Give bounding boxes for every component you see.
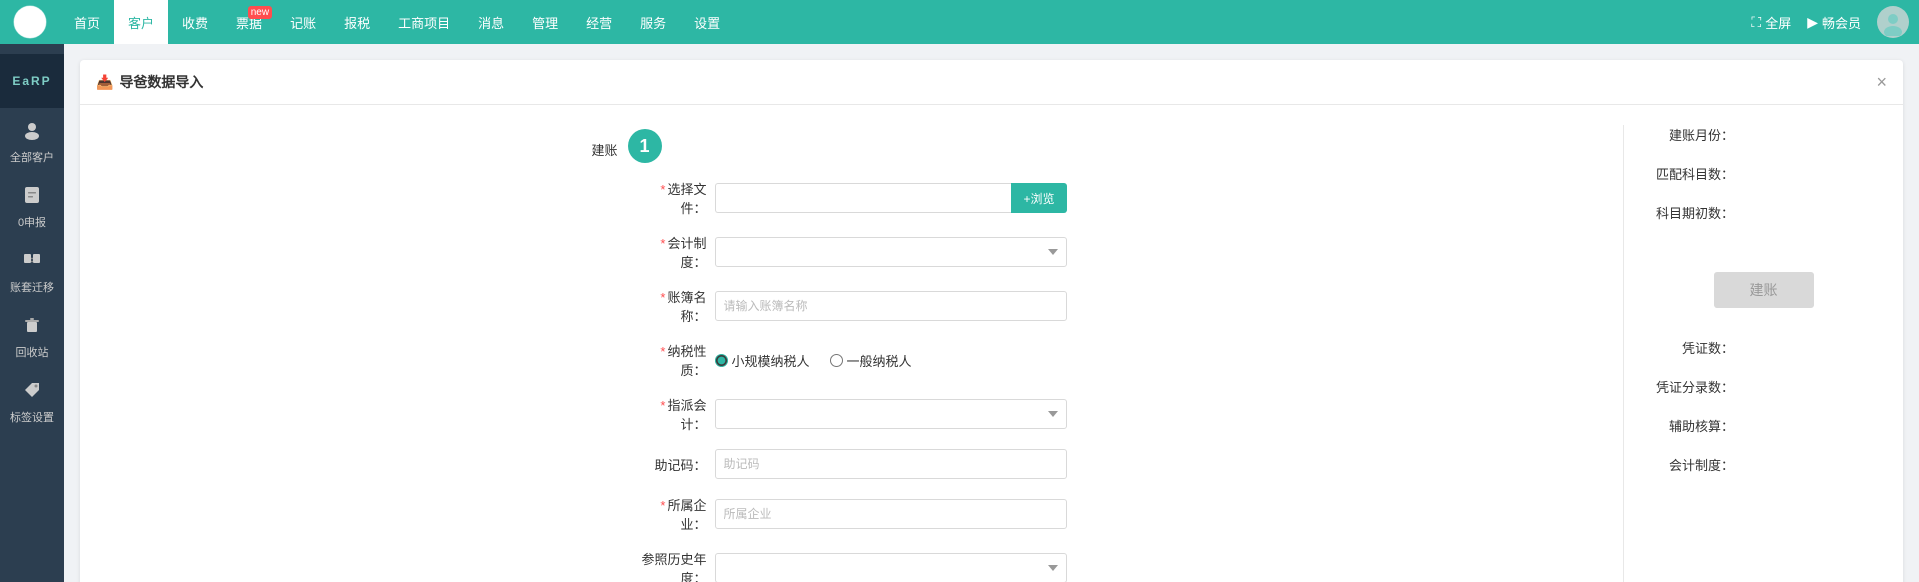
tax-type-radio-group: 小规模纳税人 一般纳税人	[715, 351, 912, 370]
nav-item-settings[interactable]: 设置	[680, 0, 734, 44]
person-icon	[22, 120, 42, 145]
radio-small-taxpayer[interactable]: 小规模纳税人	[715, 351, 810, 370]
company-label: 所属企业：	[637, 495, 707, 533]
memo-code-input[interactable]	[715, 449, 1067, 479]
right-row-voucher-count: 凭证数：	[1644, 338, 1883, 357]
nav-item-message[interactable]: 消息	[464, 0, 518, 44]
right-row-match-subjects: 匹配科目数：	[1644, 164, 1883, 183]
sidebar-logo: EaRP	[0, 54, 64, 108]
tax-type-label: 纳税性质：	[637, 341, 707, 379]
sidebar: EaRP 全部客户 0申报	[0, 44, 64, 582]
form-row-memo: 助记码：	[637, 449, 1067, 479]
top-navigation: 首页 客户 收费 票据 new 记账 报税 工商项目 消息 管理 经营 服务 设…	[0, 0, 1919, 44]
right-row-subjects-initial: 科目期初数：	[1644, 203, 1883, 222]
form-row-accountant: 指派会计：	[637, 395, 1067, 433]
tag-icon	[22, 380, 42, 405]
nav-item-home[interactable]: 首页	[60, 0, 114, 44]
ledger-name-label: 账簿名称：	[637, 287, 707, 325]
right-row-build-month: 建账月份：	[1644, 125, 1883, 144]
accounting-system-select[interactable]	[715, 237, 1067, 267]
fullscreen-icon: ⛶	[1751, 14, 1761, 31]
right-row-auxiliary: 辅助核算：	[1644, 416, 1883, 435]
close-button[interactable]: ×	[1876, 73, 1887, 91]
main-layout: EaRP 全部客户 0申报	[0, 44, 1919, 582]
form-left: 建账 1 选择文件： +浏览	[80, 125, 1623, 582]
assign-accountant-label: 指派会计：	[637, 395, 707, 433]
voucher-records-label: 凭证分录数：	[1644, 377, 1734, 396]
sidebar-item-account-migration[interactable]: 账套迁移	[0, 242, 64, 303]
browse-button[interactable]: +浏览	[1011, 183, 1066, 213]
build-account-button[interactable]: 建账	[1714, 272, 1814, 308]
dialog-body: 建账 1 选择文件： +浏览	[80, 105, 1903, 582]
file-text-input[interactable]	[715, 183, 1012, 213]
form-row-reference-year: 参照历史年度：	[637, 549, 1067, 582]
sidebar-item-report[interactable]: 0申报	[0, 177, 64, 238]
dialog-card: 📥 导爸数据导入 × 建账 1	[80, 60, 1903, 582]
nav-item-accounting[interactable]: 记账	[276, 0, 330, 44]
fullscreen-button[interactable]: ⛶ 全屏	[1751, 13, 1791, 32]
nav-right: ⛶ 全屏 ▶ 畅会员	[1751, 6, 1909, 38]
form-row-ledger-name: 账簿名称：	[637, 287, 1067, 325]
dialog-header: 📥 导爸数据导入 ×	[80, 60, 1903, 105]
auxiliary-label: 辅助核算：	[1644, 416, 1734, 435]
nav-item-tax[interactable]: 报税	[330, 0, 384, 44]
migration-icon	[22, 250, 42, 275]
new-badge: new	[248, 6, 272, 19]
vip-button[interactable]: ▶ 畅会员	[1807, 13, 1861, 32]
match-subjects-label: 匹配科目数：	[1644, 164, 1734, 183]
sidebar-item-recycle[interactable]: 回收站	[0, 307, 64, 368]
assign-accountant-select[interactable]	[715, 399, 1067, 429]
form-row-file: 选择文件： +浏览	[637, 179, 1067, 217]
nav-item-customer[interactable]: 客户	[114, 0, 168, 44]
nav-item-operation[interactable]: 经营	[572, 0, 626, 44]
accounting-system-label: 会计制度：	[637, 233, 707, 271]
ledger-name-input[interactable]	[715, 291, 1067, 321]
right-row-right-accounting-system: 会计制度：	[1644, 455, 1883, 474]
avatar[interactable]	[1877, 6, 1909, 38]
right-accounting-system-label: 会计制度：	[1644, 455, 1734, 474]
nav-item-fee[interactable]: 收费	[168, 0, 222, 44]
sidebar-item-all-customers[interactable]: 全部客户	[0, 112, 64, 173]
recycle-icon	[22, 315, 42, 340]
nav-item-business[interactable]: 工商项目	[384, 0, 464, 44]
nav-item-service[interactable]: 服务	[626, 0, 680, 44]
form-row-company: 所属企业：	[637, 495, 1067, 533]
play-icon: ▶	[1807, 14, 1818, 31]
subjects-initial-label: 科目期初数：	[1644, 203, 1734, 222]
logo	[10, 2, 50, 42]
dialog-title: 📥 导爸数据导入	[96, 72, 203, 92]
form-grid: 选择文件： +浏览 会计制度：	[637, 179, 1067, 582]
select-file-label: 选择文件：	[637, 179, 707, 217]
build-month-label: 建账月份：	[1644, 125, 1734, 144]
form-row-accounting-system: 会计制度：	[637, 233, 1067, 271]
nav-item-management[interactable]: 管理	[518, 0, 572, 44]
import-icon: 📥	[96, 74, 113, 91]
step-badge: 1	[628, 129, 662, 163]
step-label: 建账	[592, 140, 618, 159]
reference-year-label: 参照历史年度：	[637, 549, 707, 582]
file-input-group: +浏览	[715, 183, 1067, 213]
content-area: 📥 导爸数据导入 × 建账 1	[64, 44, 1919, 582]
report-icon	[22, 185, 42, 210]
memo-code-label: 助记码：	[637, 455, 707, 474]
form-row-tax-type: 纳税性质： 小规模纳税人 一般纳税人	[637, 341, 1067, 379]
sidebar-item-tag-settings[interactable]: 标签设置	[0, 372, 64, 433]
form-right: 建账月份： 匹配科目数： 科目期初数： 建账	[1623, 125, 1903, 582]
step-area: 建账 1	[592, 125, 1112, 179]
radio-general-taxpayer[interactable]: 一般纳税人	[830, 351, 912, 370]
reference-year-select[interactable]	[715, 553, 1067, 582]
right-row-voucher-records: 凭证分录数：	[1644, 377, 1883, 396]
voucher-count-label: 凭证数：	[1644, 338, 1734, 357]
nav-item-invoice[interactable]: 票据 new	[222, 0, 276, 44]
company-input[interactable]	[715, 499, 1067, 529]
